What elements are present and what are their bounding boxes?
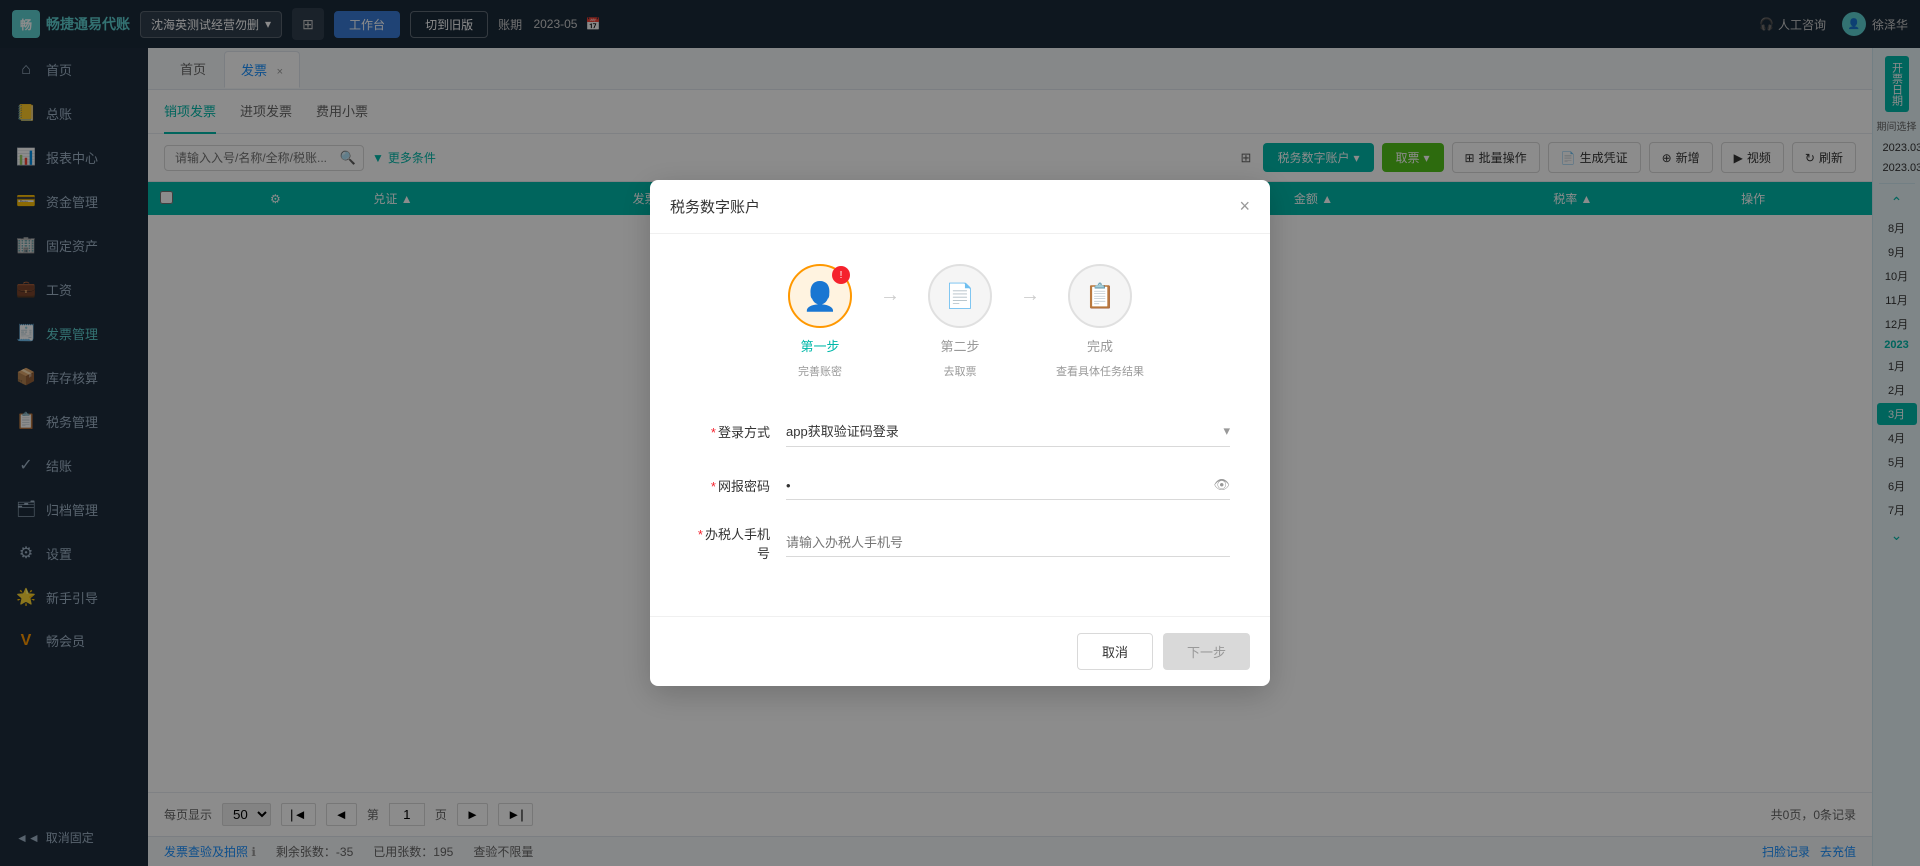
phone-field (786, 529, 1230, 557)
steps-indicator: 👤 ! 第一步 完善账密 → 📄 第二步 去取票 → (690, 264, 1230, 379)
step-2-icon: 📄 (928, 264, 992, 328)
password-label: *网报密码 (690, 476, 770, 495)
person-icon: 👤 (803, 280, 838, 313)
phone-label: *办税人手机号 (690, 524, 770, 562)
phone-input[interactable] (786, 535, 1230, 550)
checklist-icon: 📋 (1085, 282, 1115, 311)
next-button[interactable]: 下一步 (1163, 633, 1250, 670)
dialog-header: 税务数字账户 × (650, 180, 1270, 234)
phone-row: *办税人手机号 (690, 524, 1230, 562)
phone-control (786, 529, 1230, 557)
dialog-title: 税务数字账户 (670, 196, 760, 217)
step-arrow-1: → (880, 264, 900, 307)
step-1: 👤 ! 第一步 完善账密 (760, 264, 880, 379)
dialog-footer: 取消 下一步 (650, 616, 1270, 686)
step-1-desc: 完善账密 (798, 363, 842, 379)
login-method-select[interactable]: app获取验证码登录 ▾ (786, 415, 1230, 447)
step-3-desc: 查看具体任务结果 (1056, 363, 1144, 379)
step-3-icon: 📋 (1068, 264, 1132, 328)
password-field: • 👁 (786, 471, 1230, 500)
login-method-control: app获取验证码登录 ▾ (786, 415, 1230, 447)
step-3: 📋 完成 查看具体任务结果 (1040, 264, 1160, 379)
password-toggle-icon[interactable]: 👁 (1213, 477, 1230, 493)
step-1-icon: 👤 ! (788, 264, 852, 328)
login-method-label: *登录方式 (690, 422, 770, 441)
step-3-label: 完成 (1087, 336, 1113, 355)
step-1-label: 第一步 (800, 336, 839, 355)
password-row: *网报密码 • 👁 (690, 471, 1230, 500)
dialog-body: 👤 ! 第一步 完善账密 → 📄 第二步 去取票 → (650, 234, 1270, 616)
step-2-label: 第二步 (940, 336, 979, 355)
dialog-overlay: 税务数字账户 × 👤 ! 第一步 完善账密 → (0, 0, 1920, 866)
dialog-close-button[interactable]: × (1239, 196, 1250, 217)
cancel-button[interactable]: 取消 (1077, 633, 1153, 670)
password-control: • 👁 (786, 471, 1230, 500)
login-method-row: *登录方式 app获取验证码登录 ▾ (690, 415, 1230, 447)
step-2: 📄 第二步 去取票 (900, 264, 1020, 379)
step-arrow-2: → (1020, 264, 1040, 307)
tax-account-dialog: 税务数字账户 × 👤 ! 第一步 完善账密 → (650, 180, 1270, 686)
step-2-desc: 去取票 (944, 363, 977, 379)
document-icon: 📄 (945, 282, 975, 311)
chevron-down-icon: ▾ (1223, 423, 1230, 439)
step-1-error-badge: ! (832, 266, 850, 284)
